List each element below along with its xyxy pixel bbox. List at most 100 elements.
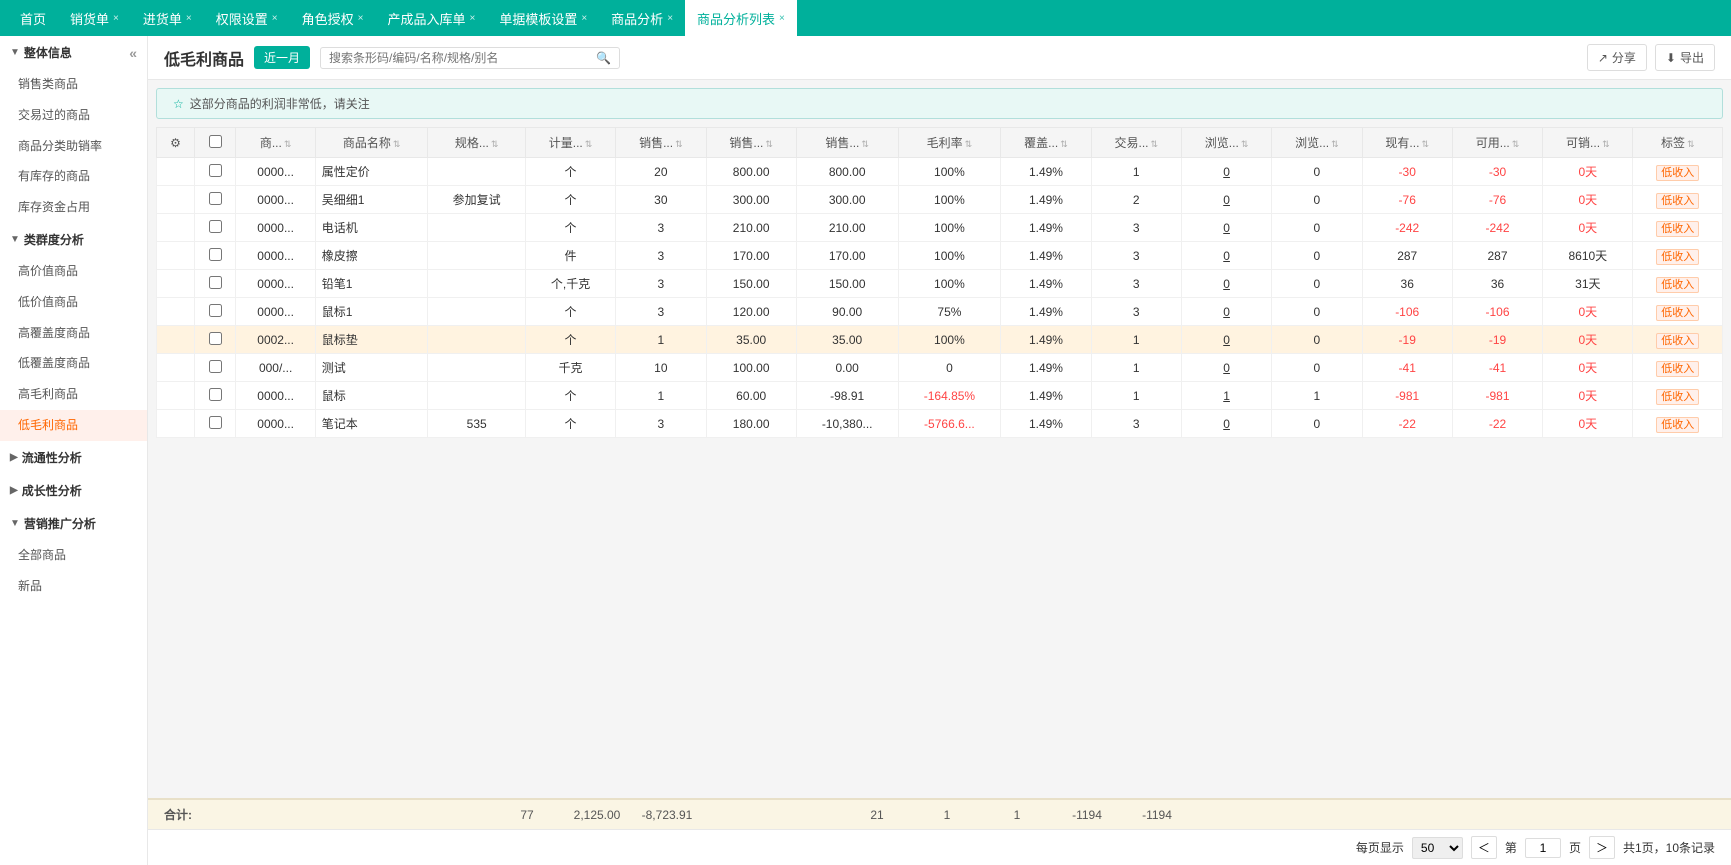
row-browse1[interactable]: 0 xyxy=(1181,410,1271,438)
close-icon[interactable]: × xyxy=(113,13,119,24)
sidebar-item-low-value[interactable]: 低价值商品 xyxy=(0,287,147,318)
row-checkbox[interactable] xyxy=(194,326,236,354)
row-checkbox[interactable] xyxy=(194,158,236,186)
filter-month-button[interactable]: 近一月 xyxy=(254,46,310,69)
row-check[interactable] xyxy=(209,164,222,177)
sidebar-item-low-coverage[interactable]: 低覆盖度商品 xyxy=(0,348,147,379)
select-all-checkbox[interactable] xyxy=(209,135,222,148)
nav-item-product-entry[interactable]: 产成品入库单 × xyxy=(375,0,487,36)
row-browse1[interactable]: 0 xyxy=(1181,242,1271,270)
tag-badge: 低收入 xyxy=(1656,417,1699,433)
col-setting[interactable]: ⚙ xyxy=(157,128,195,158)
close-icon[interactable]: × xyxy=(667,13,673,24)
row-browse1[interactable]: 0 xyxy=(1181,270,1271,298)
sidebar-group-flow[interactable]: ▶ 流通性分析 xyxy=(0,441,147,474)
row-check[interactable] xyxy=(209,276,222,289)
row-sales-price: 170.00 xyxy=(706,242,796,270)
row-check[interactable] xyxy=(209,192,222,205)
sidebar-group-marketing[interactable]: ▼ 营销推广分析 xyxy=(0,507,147,540)
search-input[interactable] xyxy=(329,51,596,65)
row-sales-cost: -98.91 xyxy=(796,382,898,410)
nav-item-template[interactable]: 单据模板设置 × xyxy=(487,0,599,36)
page-size-select[interactable]: 50 100 xyxy=(1412,837,1463,859)
row-check[interactable] xyxy=(209,388,222,401)
row-browse1[interactable]: 0 xyxy=(1181,158,1271,186)
row-checkbox[interactable] xyxy=(194,298,236,326)
row-checkbox[interactable] xyxy=(194,270,236,298)
row-checkbox[interactable] xyxy=(194,242,236,270)
sidebar-group-growth[interactable]: ▶ 成长性分析 xyxy=(0,474,147,507)
chevron-down-icon: ▼ xyxy=(10,234,20,245)
row-checkbox[interactable] xyxy=(194,186,236,214)
close-icon[interactable]: × xyxy=(779,13,785,24)
sidebar-item-high-coverage[interactable]: 高覆盖度商品 xyxy=(0,318,147,349)
sidebar-item-in-stock[interactable]: 有库存的商品 xyxy=(0,161,147,192)
close-icon[interactable]: × xyxy=(358,13,364,24)
sidebar-item-category-rate[interactable]: 商品分类助销率 xyxy=(0,131,147,162)
sidebar-group-overall[interactable]: ▼ 整体信息 « xyxy=(0,36,147,69)
row-coverage: 1.49% xyxy=(1001,354,1091,382)
nav-item-permissions[interactable]: 权限设置 × xyxy=(204,0,290,36)
export-button[interactable]: ⬇ 导出 xyxy=(1655,44,1715,71)
close-icon[interactable]: × xyxy=(469,13,475,24)
row-browse1[interactable]: 1 xyxy=(1181,382,1271,410)
col-sales-price: 销售...⇅ xyxy=(706,128,796,158)
sidebar-item-all-products[interactable]: 全部商品 xyxy=(0,540,147,571)
row-check[interactable] xyxy=(209,332,222,345)
nav-item-product-analysis[interactable]: 商品分析 × xyxy=(599,0,685,36)
page-number-input[interactable] xyxy=(1525,838,1561,858)
row-check[interactable] xyxy=(209,220,222,233)
row-check[interactable] xyxy=(209,416,222,429)
share-button[interactable]: ↗ 分享 xyxy=(1587,44,1647,71)
close-icon[interactable]: × xyxy=(186,13,192,24)
sidebar-item-high-value[interactable]: 高价值商品 xyxy=(0,256,147,287)
row-checkbox[interactable] xyxy=(194,382,236,410)
row-current-stock: -30 xyxy=(1362,158,1452,186)
row-sales-price: 100.00 xyxy=(706,354,796,382)
nav-item-product-analysis-list[interactable]: 商品分析列表 × xyxy=(685,0,797,36)
sidebar-item-traded-products[interactable]: 交易过的商品 xyxy=(0,100,147,131)
col-checkbox[interactable] xyxy=(194,128,236,158)
col-sales-cost: 销售...⇅ xyxy=(796,128,898,158)
row-tag: 低收入 xyxy=(1633,382,1723,410)
row-sales-cost: 150.00 xyxy=(796,270,898,298)
col-unit: 计量...⇅ xyxy=(525,128,615,158)
row-gross-margin: 100% xyxy=(898,186,1001,214)
row-checkbox[interactable] xyxy=(194,214,236,242)
row-checkbox[interactable] xyxy=(194,410,236,438)
row-check[interactable] xyxy=(209,248,222,261)
sidebar-group-cluster[interactable]: ▼ 类群度分析 xyxy=(0,223,147,256)
row-checkbox[interactable] xyxy=(194,354,236,382)
prev-page-button[interactable]: ＜ xyxy=(1471,836,1497,859)
row-available: -22 xyxy=(1452,410,1542,438)
row-browse1[interactable]: 0 xyxy=(1181,298,1271,326)
row-setting xyxy=(157,242,195,270)
collapse-icon[interactable]: « xyxy=(129,45,137,61)
nav-item-sales[interactable]: 销货单 × xyxy=(58,0,131,36)
row-check[interactable] xyxy=(209,360,222,373)
tag-badge: 低收入 xyxy=(1656,193,1699,209)
row-browse1[interactable]: 0 xyxy=(1181,326,1271,354)
row-browse1[interactable]: 0 xyxy=(1181,186,1271,214)
sidebar-item-new-products[interactable]: 新品 xyxy=(0,571,147,602)
row-name: 鼠标1 xyxy=(315,298,428,326)
row-sales-price: 800.00 xyxy=(706,158,796,186)
notice-bar: ☆ 这部分商品的利润非常低，请关注 xyxy=(156,88,1723,119)
row-unit: 个 xyxy=(525,186,615,214)
close-icon[interactable]: × xyxy=(581,13,587,24)
sidebar-item-stock-capital[interactable]: 库存资金占用 xyxy=(0,192,147,223)
row-spec: 535 xyxy=(428,410,525,438)
row-check[interactable] xyxy=(209,304,222,317)
row-code: 0002... xyxy=(236,326,315,354)
close-icon[interactable]: × xyxy=(272,13,278,24)
nav-item-roles[interactable]: 角色授权 × xyxy=(290,0,376,36)
row-browse1[interactable]: 0 xyxy=(1181,214,1271,242)
sidebar-item-low-margin[interactable]: 低毛利商品 xyxy=(0,410,147,441)
nav-item-purchase[interactable]: 进货单 × xyxy=(131,0,204,36)
next-page-button[interactable]: ＞ xyxy=(1589,836,1615,859)
sidebar-item-sales-products[interactable]: 销售类商品 xyxy=(0,69,147,100)
row-browse1[interactable]: 0 xyxy=(1181,354,1271,382)
search-icon[interactable]: 🔍 xyxy=(596,51,611,65)
sidebar-item-high-margin[interactable]: 高毛利商品 xyxy=(0,379,147,410)
nav-item-home[interactable]: 首页 xyxy=(8,0,58,36)
